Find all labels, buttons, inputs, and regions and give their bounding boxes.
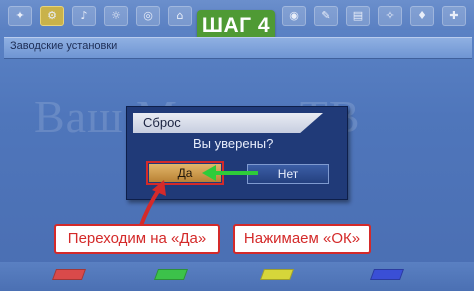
green-arrow-icon <box>202 165 258 181</box>
color-keys-bar <box>0 262 474 291</box>
menu-tab-settings-icon[interactable]: ⚙ <box>40 6 64 26</box>
menu-section-title: Заводские установки <box>10 40 118 52</box>
menu-tab-icon[interactable]: ◉ <box>282 6 306 26</box>
menu-tab-icon[interactable]: ⌂ <box>168 6 192 26</box>
menu-tab-icon[interactable]: ☼ <box>104 6 128 26</box>
yellow-key-icon[interactable] <box>259 269 295 280</box>
green-key-icon[interactable] <box>153 269 189 280</box>
dialog-question: Вы уверены? <box>193 136 274 151</box>
caption-press-ok: Нажимаем «ОК» <box>233 224 371 254</box>
red-key-icon[interactable] <box>51 269 87 280</box>
caption-move-to-yes: Переходим на «Да» <box>54 224 220 254</box>
menu-tab-icon[interactable]: ♦ <box>410 6 434 26</box>
menu-tab-icon[interactable]: ✚ <box>442 6 466 26</box>
menu-section-header: Заводские установки <box>4 37 472 59</box>
menu-tab-icon[interactable]: ✎ <box>314 6 338 26</box>
tv-screen: ✦ ⚙ ♪ ☼ ◎ ⌂ ◉ ✎ ▤ ✧ ♦ ✚ ШАГ 4 Заводские … <box>0 0 474 291</box>
menu-tab-icon[interactable]: ✧ <box>378 6 402 26</box>
menu-tab-icon[interactable]: ▤ <box>346 6 370 26</box>
red-arrow-icon <box>138 180 166 229</box>
menu-tab-icon[interactable]: ♪ <box>72 6 96 26</box>
dialog-title: Сброс <box>143 115 181 130</box>
blue-key-icon[interactable] <box>369 269 405 280</box>
menu-tab-icon[interactable]: ◎ <box>136 6 160 26</box>
menu-tab-icon[interactable]: ✦ <box>8 6 32 26</box>
dialog-title-bar: Сброс <box>133 113 323 133</box>
